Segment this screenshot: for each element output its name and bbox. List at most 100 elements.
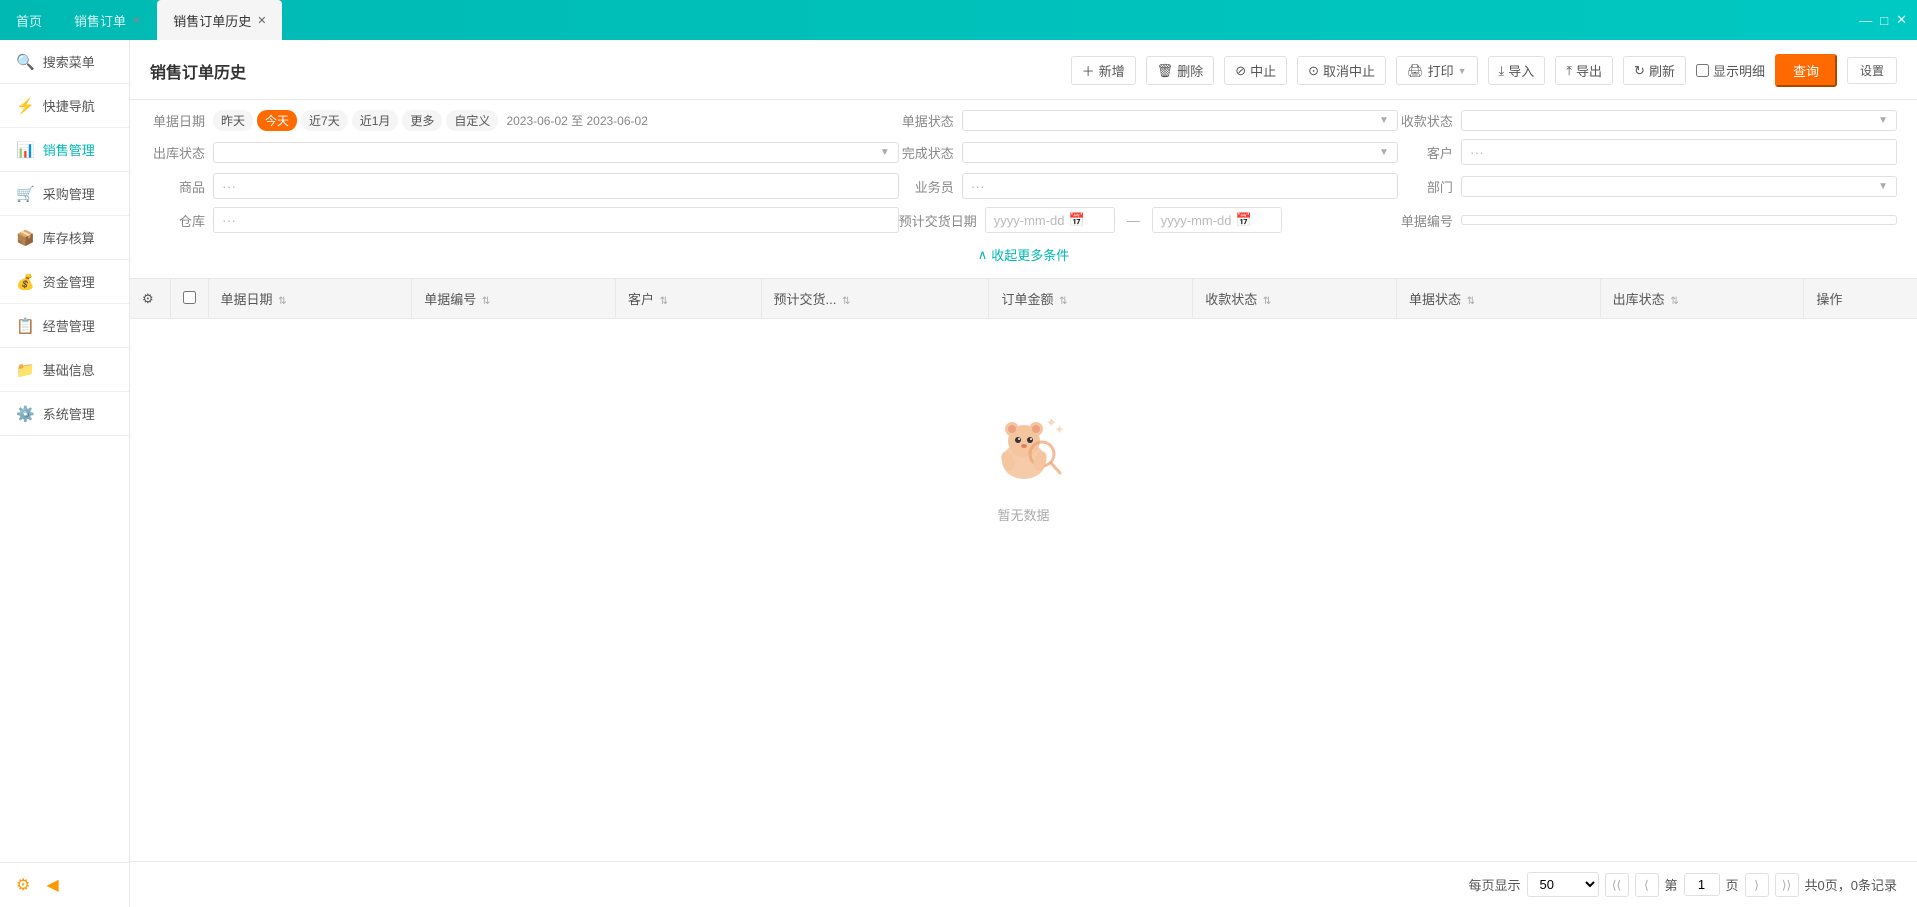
sort-delivery-icon: ⇅ bbox=[842, 296, 850, 307]
col-out-status[interactable]: 出库状态 ⇅ bbox=[1600, 279, 1804, 319]
col-settings[interactable]: ⚙ bbox=[130, 279, 170, 319]
receipt-status-label: 收款状态 bbox=[1398, 111, 1453, 130]
close-button[interactable]: ✕ bbox=[1896, 12, 1907, 28]
page-header: 销售订单历史 ＋ 新增 🗑 删除 ⊘ 中止 ⊙ bbox=[130, 40, 1917, 100]
stop-button[interactable]: ⊘ 中止 bbox=[1224, 56, 1287, 85]
prev-page-button[interactable]: ⟨ bbox=[1635, 873, 1659, 897]
sidebar-settings-icon[interactable]: ⚙ bbox=[16, 875, 30, 895]
sidebar-item-quick-nav[interactable]: ⚡ 快捷导航 bbox=[0, 84, 129, 128]
add-button[interactable]: ＋ 新增 bbox=[1071, 56, 1136, 85]
page-title-row: 销售订单历史 ＋ 新增 🗑 删除 ⊘ 中止 ⊙ bbox=[150, 54, 1897, 87]
col-delivery[interactable]: 预计交货... ⇅ bbox=[761, 279, 989, 319]
maximize-button[interactable]: □ bbox=[1880, 13, 1888, 28]
display-toggle-checkbox[interactable] bbox=[1696, 64, 1709, 77]
bill-status-select[interactable]: ▼ bbox=[962, 110, 1398, 131]
dept-select[interactable]: ▼ bbox=[1461, 176, 1897, 197]
minimize-button[interactable]: — bbox=[1859, 13, 1872, 28]
sidebar-item-ops-mgmt[interactable]: 📋 经营管理 bbox=[0, 304, 129, 348]
date-chip-yesterday[interactable]: 昨天 bbox=[213, 110, 253, 131]
filter-delivery-date: 预计交货日期 yyyy-mm-dd 📅 — yyyy-mm-dd 📅 bbox=[899, 207, 1398, 233]
query-button[interactable]: 查询 bbox=[1775, 54, 1837, 87]
customer-input[interactable]: ··· bbox=[1461, 139, 1897, 165]
date-range-text: 2023-06-02 至 2023-06-02 bbox=[506, 112, 647, 129]
dept-label: 部门 bbox=[1398, 177, 1453, 196]
next-page-button[interactable]: ⟩ bbox=[1745, 873, 1769, 897]
filter-row-1: 单据日期 昨天 今天 近7天 近1月 更多 自定义 2023-06-02 至 2… bbox=[150, 110, 1897, 131]
col-number[interactable]: 单据编号 ⇅ bbox=[412, 279, 616, 319]
delete-icon: 🗑 bbox=[1157, 63, 1174, 79]
complete-status-select[interactable]: ▼ bbox=[962, 142, 1398, 163]
sidebar-item-base-info[interactable]: 📁 基础信息 bbox=[0, 348, 129, 392]
col-date[interactable]: 单据日期 ⇅ bbox=[208, 279, 412, 319]
filter-date: 单据日期 昨天 今天 近7天 近1月 更多 自定义 2023-06-02 至 2… bbox=[150, 110, 899, 131]
delivery-date-from[interactable]: yyyy-mm-dd 📅 bbox=[985, 207, 1115, 233]
salesman-input[interactable]: ··· bbox=[962, 173, 1398, 199]
bill-number-input[interactable] bbox=[1461, 215, 1897, 225]
date-chip-last7[interactable]: 近7天 bbox=[301, 110, 348, 131]
calendar-from-icon[interactable]: 📅 bbox=[1069, 212, 1085, 228]
goods-input[interactable]: ··· bbox=[213, 173, 899, 199]
page-size-select[interactable]: 50 10 20 100 bbox=[1527, 872, 1599, 897]
date-chip-today[interactable]: 今天 bbox=[257, 110, 297, 131]
tab-sales-order-label: 销售订单 bbox=[74, 11, 126, 30]
collapse-bar[interactable]: ∧ 收起更多条件 bbox=[150, 241, 1897, 268]
tab-home[interactable]: 首页 bbox=[0, 0, 58, 40]
last-page-button[interactable]: ⟩⟩ bbox=[1775, 873, 1799, 897]
delivery-date-from-text: yyyy-mm-dd bbox=[994, 213, 1065, 228]
date-chip-last1m[interactable]: 近1月 bbox=[352, 110, 399, 131]
tab-sales-order[interactable]: 销售订单 ✕ bbox=[58, 0, 157, 40]
cancel-stop-label: 取消中止 bbox=[1323, 61, 1375, 80]
import-button[interactable]: ⤓ 导入 bbox=[1488, 56, 1546, 85]
settings-button[interactable]: 设置 bbox=[1847, 57, 1897, 84]
sidebar-item-search-menu-label: 搜索菜单 bbox=[43, 52, 95, 71]
bill-status-arrow: ▼ bbox=[1379, 115, 1389, 126]
sidebar-item-search-menu[interactable]: 🔍 搜索菜单 bbox=[0, 40, 129, 84]
stop-label: 中止 bbox=[1250, 61, 1276, 80]
print-button[interactable]: 🖨 打印 ▼ bbox=[1396, 56, 1477, 85]
out-status-select[interactable]: ▼ bbox=[213, 142, 899, 163]
delivery-date-to[interactable]: yyyy-mm-dd 📅 bbox=[1152, 207, 1282, 233]
customer-label: 客户 bbox=[1398, 143, 1453, 162]
cancel-stop-button[interactable]: ⊙ 取消中止 bbox=[1297, 56, 1386, 85]
stop-icon: ⊘ bbox=[1235, 63, 1246, 79]
col-receipt-status[interactable]: 收款状态 ⇅ bbox=[1193, 279, 1397, 319]
tab-sales-history-close[interactable]: ✕ bbox=[257, 14, 266, 27]
delete-button[interactable]: 🗑 删除 bbox=[1146, 56, 1215, 85]
export-button[interactable]: ⤒ 导出 bbox=[1555, 56, 1613, 85]
complete-status-arrow: ▼ bbox=[1379, 147, 1389, 158]
sidebar-item-inventory-calc-label: 库存核算 bbox=[43, 228, 95, 247]
page-number-input[interactable] bbox=[1684, 873, 1720, 896]
sidebar-item-sys-mgmt-label: 系统管理 bbox=[43, 404, 95, 423]
sidebar-item-sys-mgmt[interactable]: ⚙️ 系统管理 bbox=[0, 392, 129, 436]
out-status-arrow: ▼ bbox=[880, 147, 890, 158]
sidebar-item-inventory-calc[interactable]: 📦 库存核算 bbox=[0, 216, 129, 260]
inventory-calc-icon: 📦 bbox=[16, 229, 35, 247]
filter-goods: 商品 ··· bbox=[150, 173, 899, 199]
sidebar-item-finance-mgmt[interactable]: 💰 资金管理 bbox=[0, 260, 129, 304]
export-label: 导出 bbox=[1576, 61, 1602, 80]
tab-sales-history[interactable]: 销售订单历史 ✕ bbox=[157, 0, 282, 40]
ops-mgmt-icon: 📋 bbox=[16, 317, 35, 335]
receipt-status-select[interactable]: ▼ bbox=[1461, 110, 1897, 131]
date-chip-more[interactable]: 更多 bbox=[402, 110, 442, 131]
date-filter-control: 昨天 今天 近7天 近1月 更多 自定义 2023-06-02 至 2023-0… bbox=[213, 110, 899, 131]
import-icon: ⤓ bbox=[1499, 63, 1505, 79]
sidebar-item-purchase-mgmt[interactable]: 🛒 采购管理 bbox=[0, 172, 129, 216]
sidebar-collapse-icon[interactable]: ◀ bbox=[46, 875, 58, 895]
refresh-button[interactable]: ↻ 刷新 bbox=[1623, 56, 1686, 85]
filter-warehouse: 仓库 ··· bbox=[150, 207, 899, 233]
filter-row-3: 商品 ··· 业务员 ··· 部门 ▼ bbox=[150, 173, 1897, 199]
sales-mgmt-icon: 📊 bbox=[16, 141, 35, 159]
col-customer[interactable]: 客户 ⇅ bbox=[615, 279, 761, 319]
select-all-checkbox[interactable] bbox=[183, 291, 196, 304]
first-page-button[interactable]: ⟨⟨ bbox=[1605, 873, 1629, 897]
sidebar-item-sales-mgmt[interactable]: 📊 销售管理 bbox=[0, 128, 129, 172]
empty-text: 暂无数据 bbox=[997, 505, 1049, 524]
col-amount[interactable]: 订单金额 ⇅ bbox=[989, 279, 1193, 319]
date-chip-custom[interactable]: 自定义 bbox=[446, 110, 498, 131]
topbar-tabs: 首页 销售订单 ✕ 销售订单历史 ✕ bbox=[0, 0, 1859, 40]
calendar-to-icon[interactable]: 📅 bbox=[1236, 212, 1252, 228]
warehouse-input[interactable]: ··· bbox=[213, 207, 899, 233]
col-bill-status[interactable]: 单据状态 ⇅ bbox=[1396, 279, 1600, 319]
tab-sales-order-close[interactable]: ✕ bbox=[132, 14, 141, 27]
